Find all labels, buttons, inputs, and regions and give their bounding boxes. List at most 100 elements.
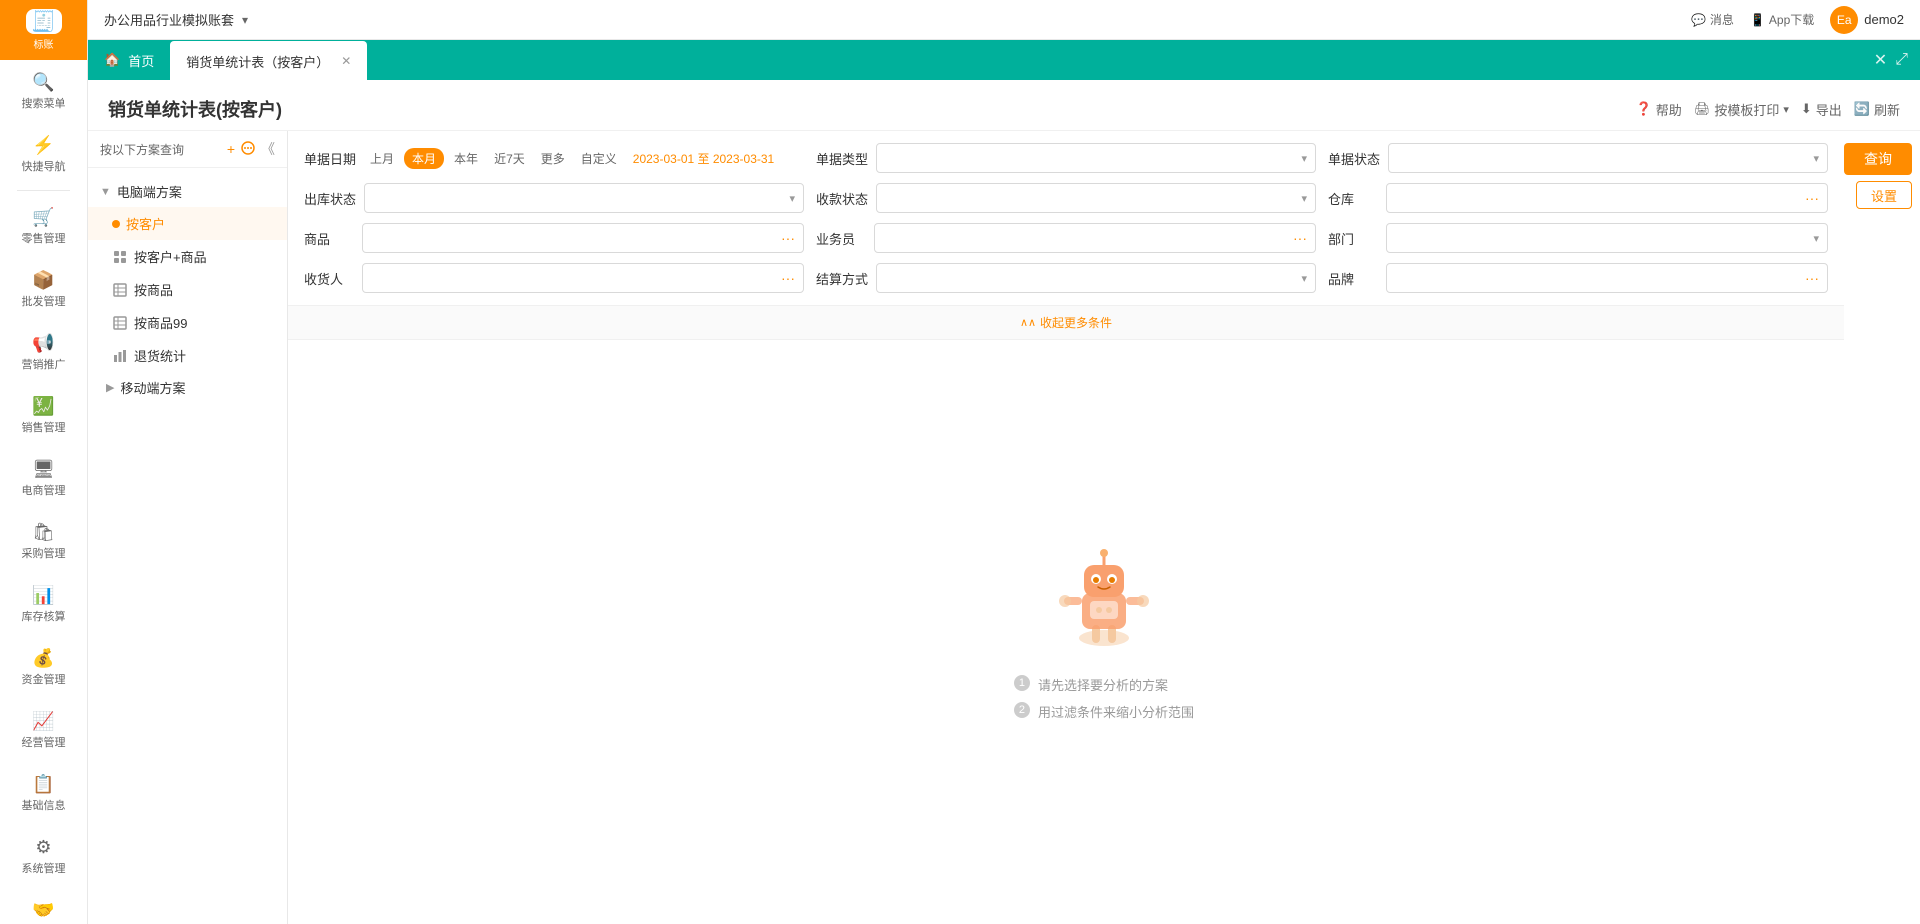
doc-status-label: 单据状态 xyxy=(1328,149,1380,168)
settings-button[interactable]: 设置 xyxy=(1856,181,1912,209)
warehouse-select[interactable]: ··· xyxy=(1386,183,1828,213)
sidebar-divider xyxy=(17,190,69,191)
sidebar-item-search[interactable]: 🔍 搜索菜单 xyxy=(0,60,87,123)
date-opt-custom[interactable]: 自定义 xyxy=(575,148,623,169)
brand-dots-icon[interactable]: ··· xyxy=(1805,270,1819,286)
scheme-collapse-button[interactable]: 《 xyxy=(261,139,275,159)
tab-close-icon[interactable]: ✕ xyxy=(341,54,351,68)
warehouse-dots-icon[interactable]: ··· xyxy=(1805,190,1819,206)
help-button[interactable]: ❓ 帮助 xyxy=(1636,100,1682,119)
page-title: 销货单统计表(按客户) xyxy=(108,96,282,122)
query-button[interactable]: 查询 xyxy=(1844,143,1912,175)
department-select[interactable]: ▾ xyxy=(1386,223,1828,253)
user-section[interactable]: Ea demo2 xyxy=(1830,6,1904,34)
collapse-up-icon: ∧∧ xyxy=(1020,316,1036,329)
tab-maximize-button[interactable]: ⤢ xyxy=(1895,51,1908,69)
sidebar-item-quick[interactable]: ⚡ 快捷导航 xyxy=(0,123,87,186)
sidebar-item-label-operations: 经营管理 xyxy=(22,734,66,750)
scheme-item-by-customer-goods[interactable]: 按客户+商品 xyxy=(88,240,287,273)
print-icon: 🖨 xyxy=(1694,101,1711,117)
enterprise-icon: 🤝 xyxy=(32,900,54,921)
tab-stats[interactable]: 销货单统计表（按客户） ✕ xyxy=(170,41,367,81)
chevron-down-icon: ▾ xyxy=(242,13,248,27)
filter-item-doc-status: 单据状态 ▾ xyxy=(1328,143,1828,173)
tab-home[interactable]: 🏠 首页 xyxy=(88,40,170,80)
sidebar-item-operations[interactable]: 📈 经营管理 xyxy=(0,699,87,762)
doc-type-select[interactable]: ▾ xyxy=(876,143,1316,173)
filter-row-3: 商品 ··· 业务员 xyxy=(304,223,1828,253)
date-opt-last-month[interactable]: 上月 xyxy=(364,148,400,169)
filter-item-doc-type: 单据类型 ▾ xyxy=(816,143,1316,173)
empty-tips: 1 请先选择要分析的方案 2 用过滤条件来缩小分析范围 xyxy=(1014,675,1194,721)
scheme-item-by-goods-99[interactable]: 按商品99 xyxy=(88,306,287,339)
recipient-dots-icon[interactable]: ··· xyxy=(781,270,795,286)
salesperson-select[interactable]: ··· xyxy=(874,223,1316,253)
sidebar-item-enterprise[interactable]: 🤝 企业协同 xyxy=(0,888,87,924)
print-chevron-icon: ▾ xyxy=(1783,103,1789,116)
refresh-icon: 🔄 xyxy=(1854,101,1870,117)
action-buttons: 查询 设置 xyxy=(1844,131,1920,209)
salesperson-label: 业务员 xyxy=(816,229,866,248)
sidebar-item-retail[interactable]: 🛒 零售管理 xyxy=(0,195,87,258)
page-actions: ❓ 帮助 🖨 按模板打印 ▾ ⬇ 导出 🔄 刷新 xyxy=(1636,100,1900,119)
doc-status-select[interactable]: ▾ xyxy=(1388,143,1828,173)
message-button[interactable]: 💬 消息 xyxy=(1691,11,1734,28)
sidebar-item-ecommerce[interactable]: 🖥 电商管理 xyxy=(0,447,87,510)
date-opt-this-year[interactable]: 本年 xyxy=(448,148,484,169)
sidebar-item-purchase[interactable]: 🛍 采购管理 xyxy=(0,510,87,573)
scheme-item-by-goods[interactable]: 按商品 xyxy=(88,273,287,306)
filter-form-container: 单据日期 上月 本月 本年 近7天 更多 自定义 xyxy=(288,131,1844,340)
scheme-edit-button[interactable] xyxy=(241,141,255,158)
marketing-icon: 📢 xyxy=(32,333,54,354)
ecommerce-icon: 🖥 xyxy=(32,459,55,480)
brand-select[interactable]: ··· xyxy=(1386,263,1828,293)
print-button[interactable]: 🖨 按模板打印 ▾ xyxy=(1694,100,1789,119)
payment-method-select[interactable]: ▾ xyxy=(876,263,1316,293)
sidebar-item-basic[interactable]: 📋 基础信息 xyxy=(0,762,87,825)
app-download-button[interactable]: 📱 App下载 xyxy=(1750,11,1814,28)
collapse-bar[interactable]: ∧∧ 收起更多条件 xyxy=(288,306,1844,340)
scheme-group-mobile-header[interactable]: ▶ 移动端方案 xyxy=(88,372,287,403)
refresh-button[interactable]: 🔄 刷新 xyxy=(1854,100,1900,119)
filter-form: 单据日期 上月 本月 本年 近7天 更多 自定义 xyxy=(288,131,1844,306)
department-label: 部门 xyxy=(1328,229,1378,248)
basic-icon: 📋 xyxy=(32,774,54,795)
payment-method-label: 结算方式 xyxy=(816,269,868,288)
sidebar-item-label-inventory: 库存核算 xyxy=(22,608,66,624)
filter-item-brand: 品牌 ··· xyxy=(1328,263,1828,293)
operations-icon: 📈 xyxy=(32,711,54,732)
scheme-item-return-stats[interactable]: 退货统计 xyxy=(88,339,287,372)
tab-minimize-button[interactable]: ✕ xyxy=(1874,50,1887,70)
filter-item-warehouse: 仓库 ··· xyxy=(1328,183,1828,213)
date-label: 单据日期 xyxy=(304,149,356,168)
scheme-group-mobile-label: 移动端方案 xyxy=(120,378,185,397)
sidebar-item-wholesale[interactable]: 📦 批发管理 xyxy=(0,258,87,321)
mobile-group-arrow-icon: ▶ xyxy=(106,381,114,394)
date-opt-this-month[interactable]: 本月 xyxy=(404,148,444,169)
salesperson-dots-icon[interactable]: ··· xyxy=(1293,230,1307,246)
export-button[interactable]: ⬇ 导出 xyxy=(1801,100,1842,119)
filter-item-goods: 商品 ··· xyxy=(304,223,804,253)
pay-status-select[interactable]: ▾ xyxy=(876,183,1316,213)
sidebar-item-marketing[interactable]: 📢 营销推广 xyxy=(0,321,87,384)
goods-select[interactable]: ··· xyxy=(362,223,804,253)
filter-item-date: 单据日期 上月 本月 本年 近7天 更多 自定义 xyxy=(304,148,804,169)
logo-icon: 🧾 xyxy=(26,9,62,34)
out-status-select[interactable]: ▾ xyxy=(364,183,804,213)
sidebar-item-inventory[interactable]: 📊 库存核算 xyxy=(0,573,87,636)
home-icon: 🏠 xyxy=(104,52,120,68)
recipient-select[interactable]: ··· xyxy=(362,263,804,293)
scheme-panel-actions: + 《 xyxy=(227,139,275,159)
date-opt-more[interactable]: 更多 xyxy=(535,148,571,169)
title-dropdown[interactable]: ▾ xyxy=(242,13,248,27)
scheme-panel: 按以下方案查询 + 《 xyxy=(88,131,288,924)
date-opt-7days[interactable]: 近7天 xyxy=(488,148,531,169)
goods-dots-icon[interactable]: ··· xyxy=(781,230,795,246)
sidebar-item-finance[interactable]: 💰 资金管理 xyxy=(0,636,87,699)
sidebar-item-system[interactable]: ⚙ 系统管理 xyxy=(0,825,87,888)
scheme-item-by-customer[interactable]: 按客户 xyxy=(88,207,287,240)
scheme-add-button[interactable]: + xyxy=(227,141,235,157)
system-icon: ⚙ xyxy=(35,837,51,858)
scheme-group-desktop-header[interactable]: ▼ 电脑端方案 xyxy=(88,176,287,207)
sidebar-item-sales[interactable]: 💹 销售管理 xyxy=(0,384,87,447)
